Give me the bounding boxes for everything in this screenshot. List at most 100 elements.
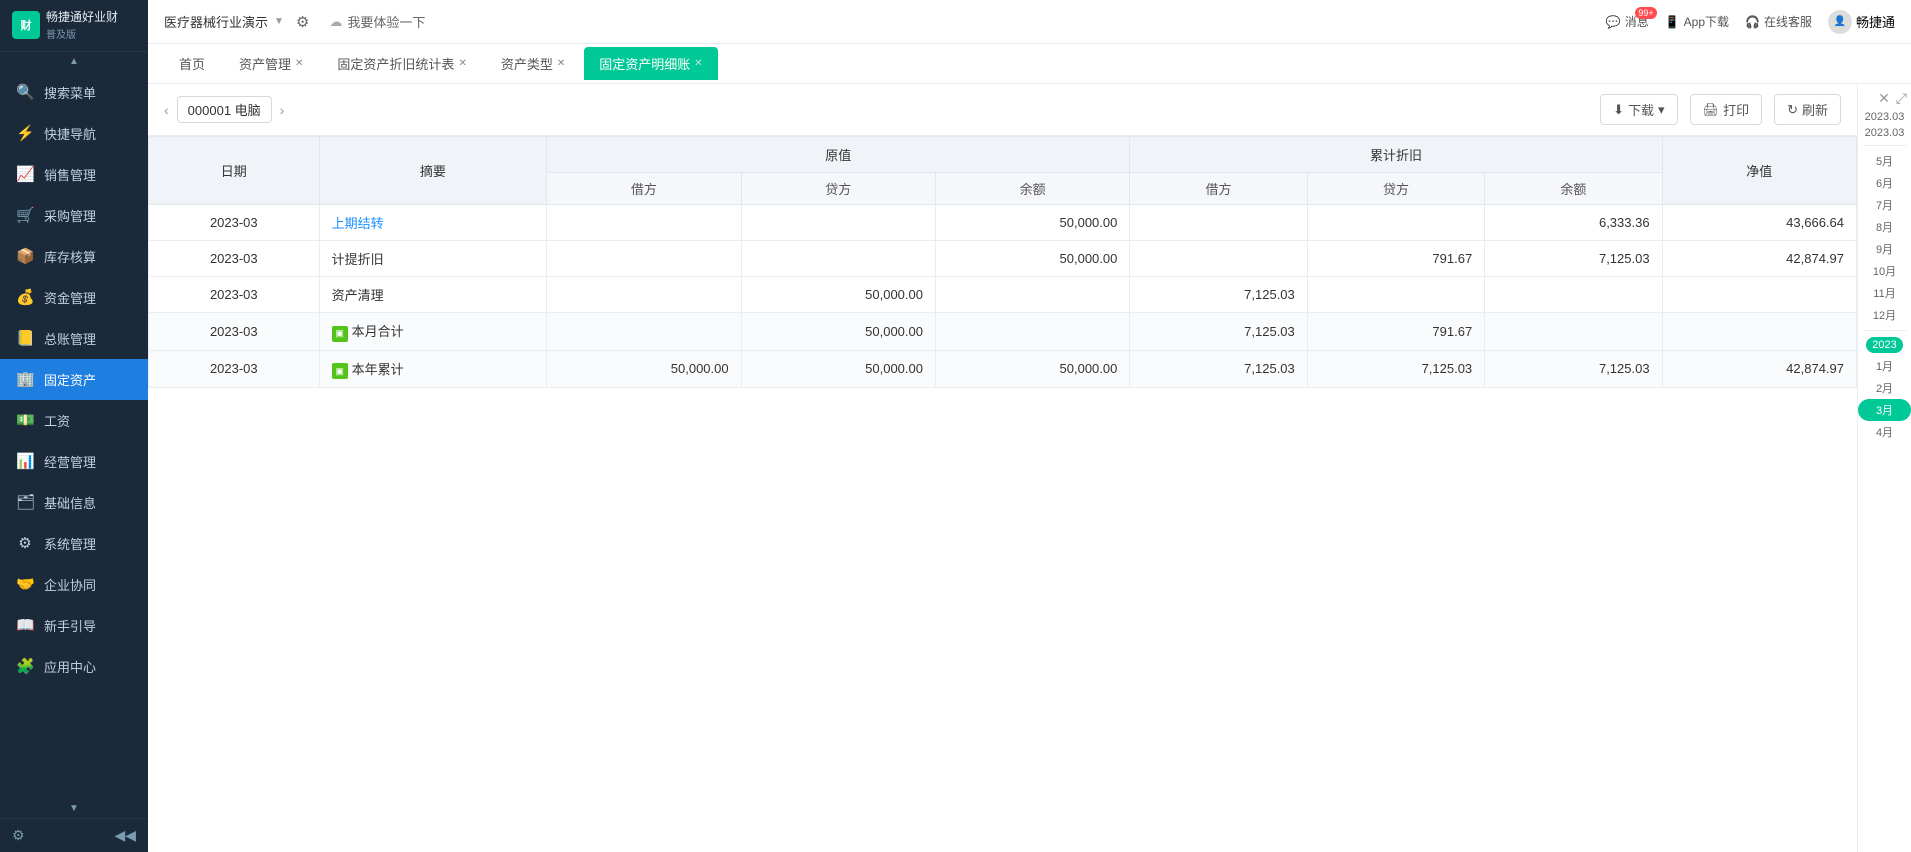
tabs-bar: 首页 资产管理 ✕ 固定资产折旧统计表 ✕ 资产类型 ✕ 固定资产明细账 ✕ — [148, 44, 1911, 84]
tab-asset-detail-close[interactable]: ✕ — [694, 58, 702, 69]
message-badge: 99+ — [1635, 7, 1656, 19]
download-btn[interactable]: 📱 App下载 — [1665, 13, 1729, 30]
sidebar-nav: 🔍 搜索菜单 ⚡ 快捷导航 📈 销售管理 🛒 采购管理 📦 库存核算 💰 资金管… — [0, 72, 148, 798]
payroll-icon: 💵 — [16, 411, 34, 429]
download-btn[interactable]: ⬇ 下载 ▾ — [1600, 94, 1677, 125]
timeline-month-item[interactable]: 4月 — [1858, 421, 1911, 443]
sidebar-item-search[interactable]: 🔍 搜索菜单 — [0, 72, 148, 113]
logo-text: 畅捷通好业财 — [46, 10, 118, 26]
sidebar-item-sales[interactable]: 📈 销售管理 — [0, 154, 148, 195]
cell-orig-debit — [547, 241, 741, 277]
sidebar-item-operation[interactable]: 📊 经营管理 — [0, 441, 148, 482]
prev-asset-btn[interactable]: ‹ — [164, 102, 169, 118]
cell-orig-debit — [547, 277, 741, 313]
sidebar-item-label: 系统管理 — [44, 534, 96, 553]
timeline-month-item[interactable]: 3月 — [1858, 399, 1911, 421]
tab-asset-mgmt-close[interactable]: ✕ — [295, 58, 303, 69]
timeline-month-item[interactable]: 10月 — [1858, 260, 1911, 282]
right-panel-expand-btn[interactable]: ⤢ — [1896, 90, 1907, 107]
cell-summary: ▣本月合计 — [319, 313, 547, 351]
sidebar-scroll-down[interactable]: ▼ — [0, 798, 148, 818]
cell-net-value: 43,666.64 — [1662, 205, 1856, 241]
sidebar-item-collab[interactable]: 🤝 企业协同 — [0, 564, 148, 605]
user-menu[interactable]: 👤 畅捷通 — [1828, 10, 1895, 34]
tab-depreciation-close[interactable]: ✕ — [458, 58, 466, 69]
collapse-icon[interactable]: ◀◀ — [114, 827, 136, 844]
tab-asset-mgmt[interactable]: 资产管理 ✕ — [224, 47, 318, 80]
sidebar-item-fund[interactable]: 💰 资金管理 — [0, 277, 148, 318]
message-btn[interactable]: 💬 消息 99+ — [1606, 13, 1649, 30]
cell-orig-debit — [547, 313, 741, 351]
tab-asset-type-label: 资产类型 — [501, 54, 553, 73]
sidebar-item-label: 固定资产 — [44, 370, 96, 389]
sidebar-item-purchase[interactable]: 🛒 采购管理 — [0, 195, 148, 236]
sidebar-item-ledger[interactable]: 📒 总账管理 — [0, 318, 148, 359]
timeline-month-item[interactable]: 5月 — [1858, 150, 1911, 172]
cell-summary: 资产清理 — [319, 277, 547, 313]
cell-date: 2023-03 — [149, 350, 320, 388]
cell-orig-balance: 50,000.00 — [935, 205, 1129, 241]
sidebar-item-label: 工资 — [44, 411, 70, 430]
sidebar-bottom: ⚙ ◀◀ — [0, 818, 148, 852]
experience-btn[interactable]: ☁ 我要体验一下 — [329, 12, 425, 31]
timeline-month-item[interactable]: 12月 — [1858, 304, 1911, 326]
sidebar-item-guide[interactable]: 📖 新手引导 — [0, 605, 148, 646]
col-net: 净值 — [1662, 137, 1856, 205]
refresh-icon: ↻ — [1787, 102, 1798, 118]
cell-accum-credit — [1307, 277, 1484, 313]
sidebar: 财 畅捷通好业财 普及版 ▲ 🔍 搜索菜单 ⚡ 快捷导航 📈 销售管理 🛒 采购… — [0, 0, 148, 852]
service-btn[interactable]: 🎧 在线客服 — [1745, 13, 1812, 30]
user-name: 畅捷通 — [1856, 12, 1895, 31]
cell-orig-credit — [741, 241, 935, 277]
sidebar-item-appstore[interactable]: 🧩 应用中心 — [0, 646, 148, 687]
tab-asset-detail[interactable]: 固定资产明细账 ✕ — [584, 47, 717, 80]
sidebar-item-inventory[interactable]: 📦 库存核算 — [0, 236, 148, 277]
timeline-month-item[interactable]: 6月 — [1858, 172, 1911, 194]
right-panel-close-btn[interactable]: ✕ — [1878, 90, 1890, 107]
cell-summary: 上期结转 — [319, 205, 547, 241]
sales-icon: 📈 — [16, 165, 34, 183]
ledger-icon: 📒 — [16, 329, 34, 347]
sidebar-item-label: 快捷导航 — [44, 124, 96, 143]
timeline-month-item[interactable]: 11月 — [1858, 282, 1911, 304]
cell-accum-balance: 7,125.03 — [1485, 241, 1662, 277]
sidebar-scroll-up[interactable]: ▲ — [0, 52, 148, 72]
collab-icon: 🤝 — [16, 575, 34, 593]
company-selector[interactable]: 医疗器械行业演示 ▼ — [164, 12, 284, 31]
next-asset-btn[interactable]: › — [280, 102, 285, 118]
sidebar-item-basic[interactable]: 🗂 基础信息 — [0, 482, 148, 523]
timeline-month-item[interactable]: 1月 — [1858, 355, 1911, 377]
cell-date: 2023-03 — [149, 313, 320, 351]
cell-accum-credit: 791.67 — [1307, 313, 1484, 351]
cell-orig-balance — [935, 277, 1129, 313]
timeline-month-item[interactable]: 2月 — [1858, 377, 1911, 399]
sidebar-item-label: 搜索菜单 — [44, 83, 96, 102]
col-orig-credit: 贷方 — [741, 173, 935, 205]
timeline-month-item[interactable]: 8月 — [1858, 216, 1911, 238]
sidebar-item-label: 经营管理 — [44, 452, 96, 471]
print-icon: 🖨 — [1703, 102, 1720, 118]
cell-orig-debit: 50,000.00 — [547, 350, 741, 388]
tab-depreciation-label: 固定资产折旧统计表 — [337, 54, 454, 73]
sidebar-item-system[interactable]: ⚙ 系统管理 — [0, 523, 148, 564]
sidebar-item-payroll[interactable]: 💵 工资 — [0, 400, 148, 441]
tab-depreciation-stat[interactable]: 固定资产折旧统计表 ✕ — [322, 47, 481, 80]
tab-asset-type[interactable]: 资产类型 ✕ — [486, 47, 580, 80]
topbar-actions: 💬 消息 99+ 📱 App下载 🎧 在线客服 👤 畅捷通 — [1606, 10, 1895, 34]
tab-home-label: 首页 — [179, 54, 205, 73]
timeline-month-item[interactable]: 7月 — [1858, 194, 1911, 216]
print-btn[interactable]: 🖨 打印 — [1690, 94, 1763, 125]
cell-summary: 计提折旧 — [319, 241, 547, 277]
sidebar-item-quicknav[interactable]: ⚡ 快捷导航 — [0, 113, 148, 154]
cell-orig-balance: 50,000.00 — [935, 241, 1129, 277]
col-accum-credit: 贷方 — [1307, 173, 1484, 205]
tab-asset-type-close[interactable]: ✕ — [557, 58, 565, 69]
settings-bottom-icon[interactable]: ⚙ — [12, 827, 25, 844]
summary-icon: ▣ — [332, 363, 348, 379]
main-table: 日期 摘要 原值 累计折旧 净值 借方 贷方 余额 借方 贷方 余额 — [148, 136, 1857, 852]
refresh-btn[interactable]: ↻ 刷新 — [1774, 94, 1841, 125]
timeline-month-item[interactable]: 9月 — [1858, 238, 1911, 260]
sidebar-item-fixedasset[interactable]: 🏢 固定资产 — [0, 359, 148, 400]
tab-home[interactable]: 首页 — [164, 47, 220, 80]
topbar-settings-icon[interactable]: ⚙ — [296, 13, 309, 31]
